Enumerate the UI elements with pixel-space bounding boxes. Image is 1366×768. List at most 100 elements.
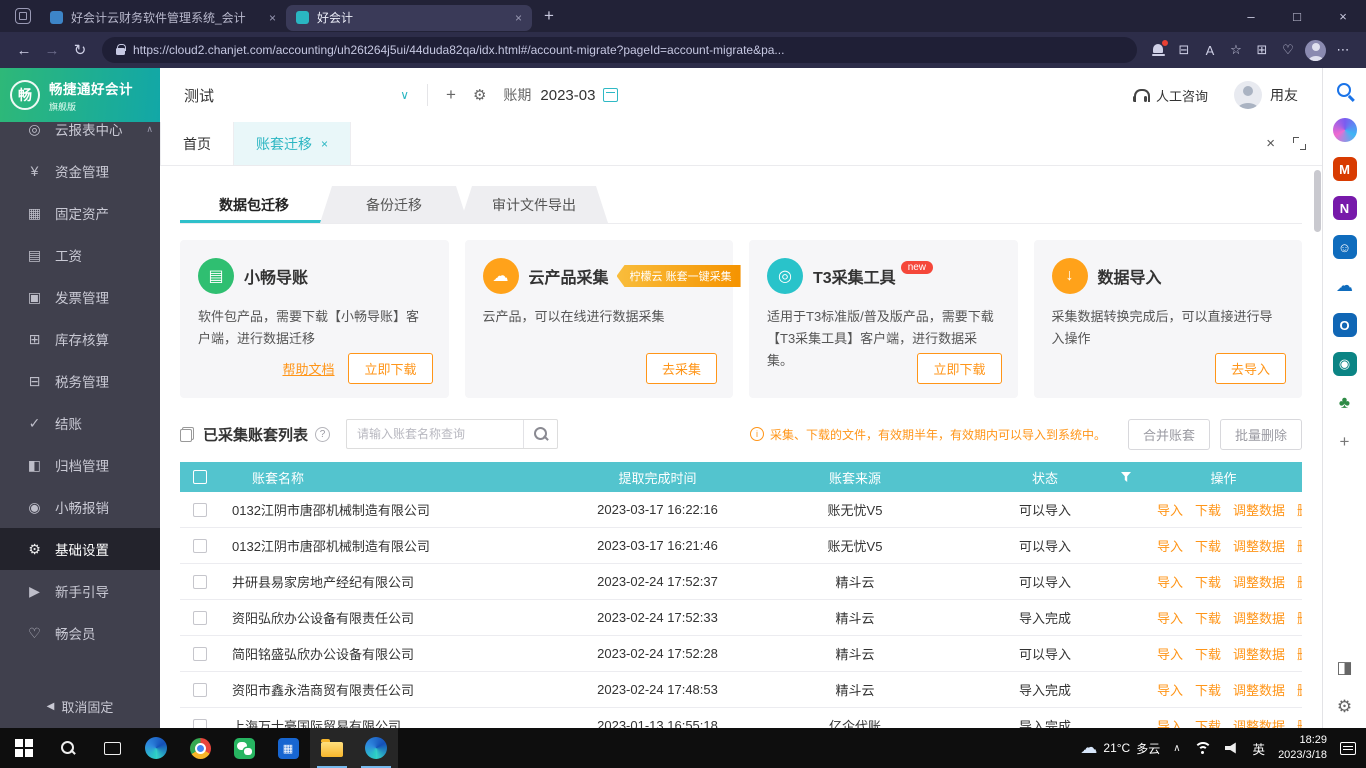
refresh-icon[interactable]: ↻	[66, 36, 94, 64]
download-link[interactable]: 下载	[1195, 716, 1221, 728]
sidebar-item-archive[interactable]: ◧ 归档管理	[0, 444, 160, 486]
download-link[interactable]: 下载	[1195, 572, 1221, 591]
hidden-icons-chevron[interactable]: ∧	[1173, 743, 1180, 754]
sidebar-settings-icon[interactable]: ⚙	[1332, 694, 1358, 720]
sidebar-item-cloud-reports[interactable]: ◎ 云报表中心	[0, 122, 160, 150]
import-link[interactable]: 导入	[1157, 536, 1183, 555]
action-center-icon[interactable]	[1340, 741, 1356, 755]
browser-tab-system[interactable]: 好会计云财务软件管理系统_会计 ×	[40, 5, 286, 31]
page-tab-account-migration[interactable]: 账套迁移 ×	[234, 122, 352, 165]
collections-icon[interactable]: ⊞	[1249, 37, 1275, 63]
page-tab-close-icon[interactable]: ×	[321, 137, 328, 151]
content-scrollbar[interactable]	[1314, 170, 1321, 232]
period-value[interactable]: 2023-03	[540, 87, 595, 104]
grid-app[interactable]	[266, 728, 310, 768]
unpin-sidebar-button[interactable]: ◀ 取消固定	[0, 684, 160, 728]
sidebar-item-tax[interactable]: ⊟ 税务管理	[0, 360, 160, 402]
close-all-tabs-icon[interactable]: ×	[1266, 135, 1275, 152]
sidebar-item-member[interactable]: ♡ 畅会员	[0, 612, 160, 654]
profile-avatar[interactable]	[1305, 39, 1326, 61]
close-button[interactable]: ×	[1320, 0, 1366, 32]
user-name[interactable]: 用友	[1270, 85, 1298, 105]
chrome-app[interactable]	[178, 728, 222, 768]
adjust-data-link[interactable]: 调整数据	[1233, 572, 1285, 591]
delete-link[interactable]: 删除	[1297, 500, 1302, 519]
row-checkbox[interactable]	[193, 574, 207, 589]
microsoft-365-icon[interactable]: M	[1332, 156, 1358, 182]
tab-audit-file-export[interactable]: 审计文件导出	[460, 186, 608, 223]
sidebar-item-basic-settings[interactable]: ⚙ 基础设置	[0, 528, 160, 570]
wechat-app[interactable]	[222, 728, 266, 768]
import-link[interactable]: 导入	[1157, 680, 1183, 699]
delete-link[interactable]: 删除	[1297, 716, 1302, 728]
copilot-icon[interactable]	[1332, 117, 1358, 143]
row-checkbox[interactable]	[193, 538, 207, 553]
import-link[interactable]: 导入	[1157, 644, 1183, 663]
maximize-button[interactable]: □	[1274, 0, 1320, 32]
split-screen-icon[interactable]: ⊟	[1171, 37, 1197, 63]
calendar-icon[interactable]	[603, 88, 619, 102]
add-sidebar-app-icon[interactable]: +	[1332, 429, 1358, 455]
help-icon[interactable]	[315, 426, 331, 442]
favorites-icon[interactable]: ☆	[1223, 37, 1249, 63]
task-view-button[interactable]	[90, 728, 134, 768]
adjust-data-link[interactable]: 调整数据	[1233, 644, 1285, 663]
delete-link[interactable]: 删除	[1297, 644, 1302, 663]
filter-icon[interactable]	[1121, 472, 1131, 482]
browser-tab-haokuaiji[interactable]: 好会计 ×	[286, 4, 532, 31]
sidebar-item-invoices[interactable]: ▣ 发票管理	[0, 276, 160, 318]
account-set-dropdown[interactable]: 测试 ∨	[184, 85, 409, 106]
sidebar-item-inventory[interactable]: ⊞ 库存核算	[0, 318, 160, 360]
taskbar-search-button[interactable]	[46, 728, 90, 768]
merge-account-sets-button[interactable]: 合并账套	[1127, 418, 1210, 450]
onenote-icon[interactable]: N	[1332, 195, 1358, 221]
download-link[interactable]: 下载	[1195, 536, 1221, 555]
go-import-button[interactable]: 去导入	[1214, 353, 1286, 384]
adjust-data-link[interactable]: 调整数据	[1233, 536, 1285, 555]
minimize-button[interactable]: –	[1228, 0, 1274, 32]
adjust-data-link[interactable]: 调整数据	[1233, 500, 1285, 519]
row-checkbox[interactable]	[193, 646, 207, 661]
browser-essentials-icon[interactable]: ♡	[1275, 37, 1301, 63]
hide-sidebar-icon[interactable]: ◨	[1332, 655, 1358, 681]
download-link[interactable]: 下载	[1195, 608, 1221, 627]
import-link[interactable]: 导入	[1157, 716, 1183, 728]
scroll-up-icon[interactable]: ∧	[146, 124, 153, 135]
search-input[interactable]	[347, 427, 524, 441]
batch-delete-button[interactable]: 批量删除	[1219, 418, 1302, 450]
sidebar-item-funds[interactable]: ¥ 资金管理	[0, 150, 160, 192]
delete-link[interactable]: 删除	[1297, 680, 1302, 699]
edge-app[interactable]	[134, 728, 178, 768]
sidebar-item-guide[interactable]: ▶ 新手引导	[0, 570, 160, 612]
import-link[interactable]: 导入	[1157, 572, 1183, 591]
drop-icon[interactable]: ◉	[1332, 351, 1358, 377]
adjust-data-link[interactable]: 调整数据	[1233, 608, 1285, 627]
network-icon[interactable]	[1193, 741, 1212, 755]
download-link[interactable]: 下载	[1195, 644, 1221, 663]
bing-search-icon[interactable]	[1332, 78, 1358, 104]
taskbar-clock[interactable]: 18:29 2023/3/18	[1278, 733, 1327, 763]
forward-icon[interactable]: →	[38, 36, 66, 64]
sidebar-item-salary[interactable]: ▤ 工资	[0, 234, 160, 276]
sidebar-item-fixed-assets[interactable]: ▦ 固定资产	[0, 192, 160, 234]
sidebar-item-closing[interactable]: ✓ 结账	[0, 402, 160, 444]
settings-gear-icon[interactable]: ⚙	[473, 86, 486, 104]
read-aloud-icon[interactable]: A	[1197, 37, 1223, 63]
tree-planting-icon[interactable]: ♣	[1332, 390, 1358, 416]
help-doc-link[interactable]: 帮助文档	[282, 359, 334, 378]
tab-backup-migration[interactable]: 备份迁移	[320, 186, 468, 223]
delete-link[interactable]: 删除	[1297, 536, 1302, 555]
add-account-set-button[interactable]: +	[446, 85, 456, 105]
download-now-button[interactable]: 立即下载	[917, 353, 1002, 384]
onedrive-icon[interactable]: ☁	[1332, 273, 1358, 299]
weather-widget[interactable]: ☁ 21°C 多云	[1080, 738, 1160, 758]
fullscreen-icon[interactable]	[1293, 137, 1306, 150]
human-consult-button[interactable]: 人工咨询	[1156, 86, 1208, 105]
row-checkbox[interactable]	[193, 718, 207, 728]
user-avatar[interactable]	[1234, 81, 1262, 109]
adjust-data-link[interactable]: 调整数据	[1233, 680, 1285, 699]
volume-icon[interactable]	[1224, 742, 1236, 754]
workspaces-icon[interactable]	[15, 8, 31, 24]
tab-close-icon[interactable]: ×	[515, 11, 522, 25]
url-field[interactable]: https://cloud2.chanjet.com/accounting/uh…	[102, 37, 1137, 63]
